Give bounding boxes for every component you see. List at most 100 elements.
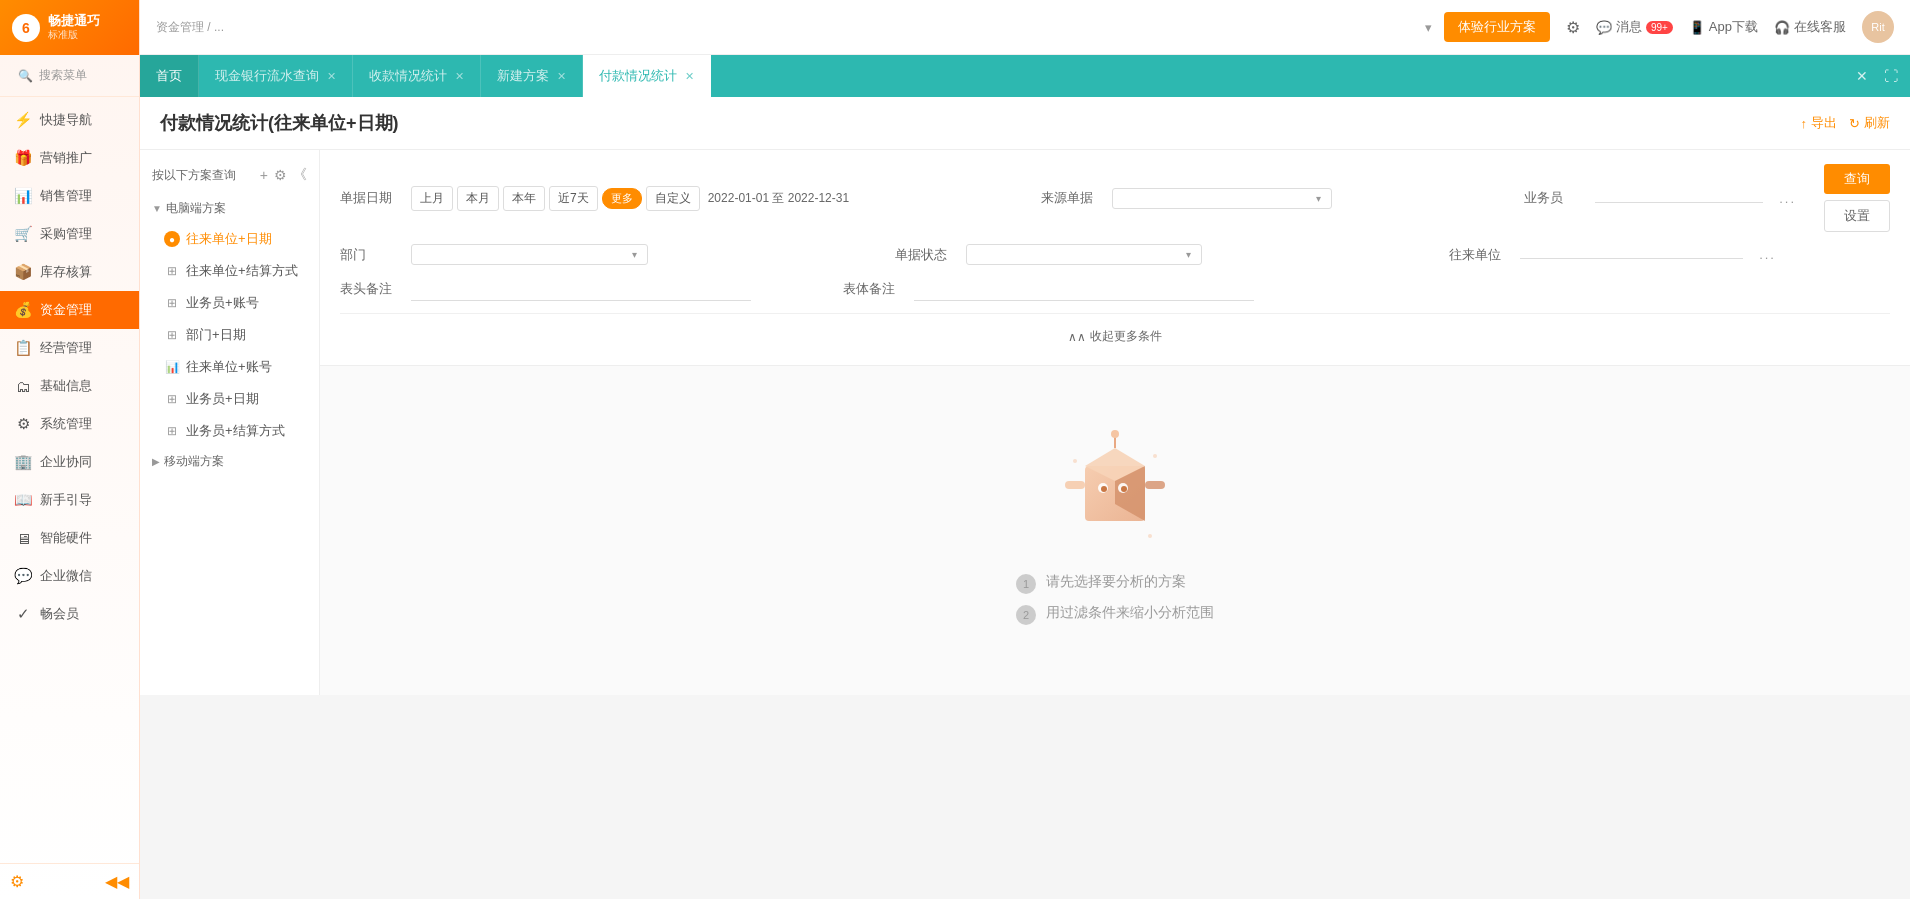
sidebar-item-inventory[interactable]: 📦 库存核算	[0, 253, 139, 291]
empty-state: 1 请先选择要分析的方案 2 用过滤条件来缩小分析范围	[320, 366, 1910, 695]
empty-instructions: 1 请先选择要分析的方案 2 用过滤条件来缩小分析范围	[1016, 573, 1214, 635]
plan-group-desktop-title[interactable]: ▼ 电脑端方案	[140, 194, 319, 223]
panel-collapse-button[interactable]: 《	[293, 166, 307, 184]
svg-point-6	[1121, 486, 1127, 492]
plan-item-partner-payment[interactable]: ⊞ 往来单位+结算方式	[140, 255, 319, 287]
side-panel-title: 按以下方案查询	[152, 167, 236, 184]
tab-cash-flow-label: 现金银行流水查询	[215, 67, 319, 85]
date-btn-custom[interactable]: 自定义	[646, 186, 700, 211]
user-avatar[interactable]: Rit	[1862, 11, 1894, 43]
tab-home[interactable]: 首页	[140, 55, 199, 97]
search-menu-button[interactable]: 🔍 搜索菜单	[10, 63, 129, 88]
plan-item-label: 业务员+结算方式	[186, 422, 285, 440]
sidebar-item-corp[interactable]: 🏢 企业协同	[0, 443, 139, 481]
sidebar-item-guide[interactable]: 📖 新手引导	[0, 481, 139, 519]
date-btn-last-month[interactable]: 上月	[411, 186, 453, 211]
online-service-button[interactable]: 🎧 在线客服	[1774, 18, 1846, 36]
app-download-button[interactable]: 📱 App下载	[1689, 18, 1758, 36]
sidebar-item-label: 采购管理	[40, 225, 92, 243]
sidebar-collapse-button[interactable]: ◀◀	[105, 872, 129, 891]
plan-item-dept-date[interactable]: ⊞ 部门+日期	[140, 319, 319, 351]
tabbar: 首页 现金银行流水查询 ✕ 收款情况统计 ✕ 新建方案 ✕ 付款情况统计 ✕ ✕…	[140, 55, 1910, 97]
sidebar-item-hardware[interactable]: 🖥 智能硬件	[0, 519, 139, 557]
sidebar-item-capital[interactable]: 💰 资金管理	[0, 291, 139, 329]
purchase-icon: 🛒	[14, 225, 32, 243]
body-note-input[interactable]	[914, 277, 1254, 301]
dept-select[interactable]: ▾	[411, 244, 648, 265]
maximize-window-button[interactable]: ⛶	[1876, 64, 1906, 88]
filter-row-3: 表头备注 表体备注	[340, 277, 1890, 301]
tab-cash-flow[interactable]: 现金银行流水查询 ✕	[199, 55, 353, 97]
plan-item-label: 往来单位+账号	[186, 358, 272, 376]
collapse-conditions-button[interactable]: ∧∧ 收起更多条件	[340, 322, 1890, 351]
sidebar-item-label: 资金管理	[40, 301, 92, 319]
date-btn-this-month[interactable]: 本月	[457, 186, 499, 211]
hardware-icon: 🖥	[14, 529, 32, 547]
sidebar-item-marketing[interactable]: 🎁 营销推广	[0, 139, 139, 177]
footer-settings-button[interactable]: ⚙	[10, 872, 24, 891]
sidebar-item-sales[interactable]: 📊 销售管理	[0, 177, 139, 215]
sidebar-item-operation[interactable]: 📋 经营管理	[0, 329, 139, 367]
app-download-label: App下载	[1709, 18, 1758, 36]
tab-payment-stats[interactable]: 付款情况统计 ✕	[583, 55, 711, 97]
header-note-input[interactable]	[411, 277, 751, 301]
date-btn-7days[interactable]: 近7天	[549, 186, 598, 211]
sidebar-item-label: 智能硬件	[40, 529, 92, 547]
operation-icon: 📋	[14, 339, 32, 357]
sidebar-item-wechat[interactable]: 💬 企业微信	[0, 557, 139, 595]
plan-group-desktop: ▼ 电脑端方案 ● 往来单位+日期 ⊞ 往来单位+结算方式 ⊞	[140, 194, 319, 447]
refresh-button[interactable]: ↻ 刷新	[1849, 114, 1890, 132]
tab-new-plan-close[interactable]: ✕	[557, 70, 566, 83]
sidebar-item-purchase[interactable]: 🛒 采购管理	[0, 215, 139, 253]
sidebar-item-basic[interactable]: 🗂 基础信息	[0, 367, 139, 405]
plan-item-table-icon-5: ⊞	[164, 423, 180, 439]
logo-name: 畅捷通巧	[48, 13, 100, 29]
topbar-dropdown[interactable]: ▾	[1425, 20, 1432, 35]
dropdown-arrow-icon: ▾	[1425, 20, 1432, 35]
settings-gear-icon[interactable]: ⚙	[1566, 18, 1580, 37]
svg-point-11	[1073, 459, 1077, 463]
refresh-label: 刷新	[1864, 114, 1890, 132]
experience-btn[interactable]: 体验行业方案	[1444, 12, 1550, 42]
capital-icon: 💰	[14, 301, 32, 319]
plan-settings-button[interactable]: ⚙	[274, 167, 287, 183]
tab-collection[interactable]: 收款情况统计 ✕	[353, 55, 481, 97]
sidebar-item-quick-nav[interactable]: ⚡ 快捷导航	[0, 101, 139, 139]
empty-illustration	[1055, 426, 1175, 549]
sidebar-item-label: 营销推广	[40, 149, 92, 167]
query-button[interactable]: 查询	[1824, 164, 1890, 194]
date-btn-more[interactable]: 更多	[602, 188, 642, 209]
sidebar-item-member[interactable]: ✓ 畅会员	[0, 595, 139, 633]
tab-collection-close[interactable]: ✕	[455, 70, 464, 83]
status-dropdown-icon: ▾	[1186, 249, 1191, 260]
tab-payment-stats-close[interactable]: ✕	[685, 70, 694, 83]
message-button[interactable]: 💬 消息 99+	[1596, 18, 1673, 36]
plan-item-label: 业务员+日期	[186, 390, 259, 408]
sidebar-header: 6 畅捷通巧 标准版	[0, 0, 139, 55]
plan-group-mobile-label: 移动端方案	[164, 453, 224, 470]
tab-new-plan[interactable]: 新建方案 ✕	[481, 55, 583, 97]
settings-button[interactable]: 设置	[1824, 200, 1890, 232]
plan-item-staff-account[interactable]: ⊞ 业务员+账号	[140, 287, 319, 319]
export-button[interactable]: ↑ 导出	[1801, 114, 1838, 132]
source-select[interactable]: ▾	[1112, 188, 1332, 209]
message-icon: 💬	[1596, 20, 1612, 35]
staff-ellipsis[interactable]: ...	[1779, 191, 1796, 206]
add-plan-button[interactable]: +	[260, 167, 268, 183]
page-content: 付款情况统计(往来单位+日期) ↑ 导出 ↻ 刷新 按	[140, 97, 1910, 899]
partner-ellipsis[interactable]: ...	[1759, 247, 1776, 262]
plan-item-label: 往来单位+结算方式	[186, 262, 298, 280]
date-btn-this-year[interactable]: 本年	[503, 186, 545, 211]
member-icon: ✓	[14, 605, 32, 623]
tab-cash-flow-close[interactable]: ✕	[327, 70, 336, 83]
step-2-text: 用过滤条件来缩小分析范围	[1046, 604, 1214, 622]
plan-item-partner-date[interactable]: ● 往来单位+日期	[140, 223, 319, 255]
plan-item-staff-date[interactable]: ⊞ 业务员+日期	[140, 383, 319, 415]
plan-item-staff-payment[interactable]: ⊞ 业务员+结算方式	[140, 415, 319, 447]
plan-group-mobile-title[interactable]: ▶ 移动端方案	[140, 447, 319, 476]
close-window-button[interactable]: ✕	[1848, 64, 1876, 88]
sidebar-item-label: 企业协同	[40, 453, 92, 471]
plan-item-partner-account[interactable]: 📊 往来单位+账号	[140, 351, 319, 383]
status-select[interactable]: ▾	[966, 244, 1203, 265]
sidebar-item-system[interactable]: ⚙ 系统管理	[0, 405, 139, 443]
